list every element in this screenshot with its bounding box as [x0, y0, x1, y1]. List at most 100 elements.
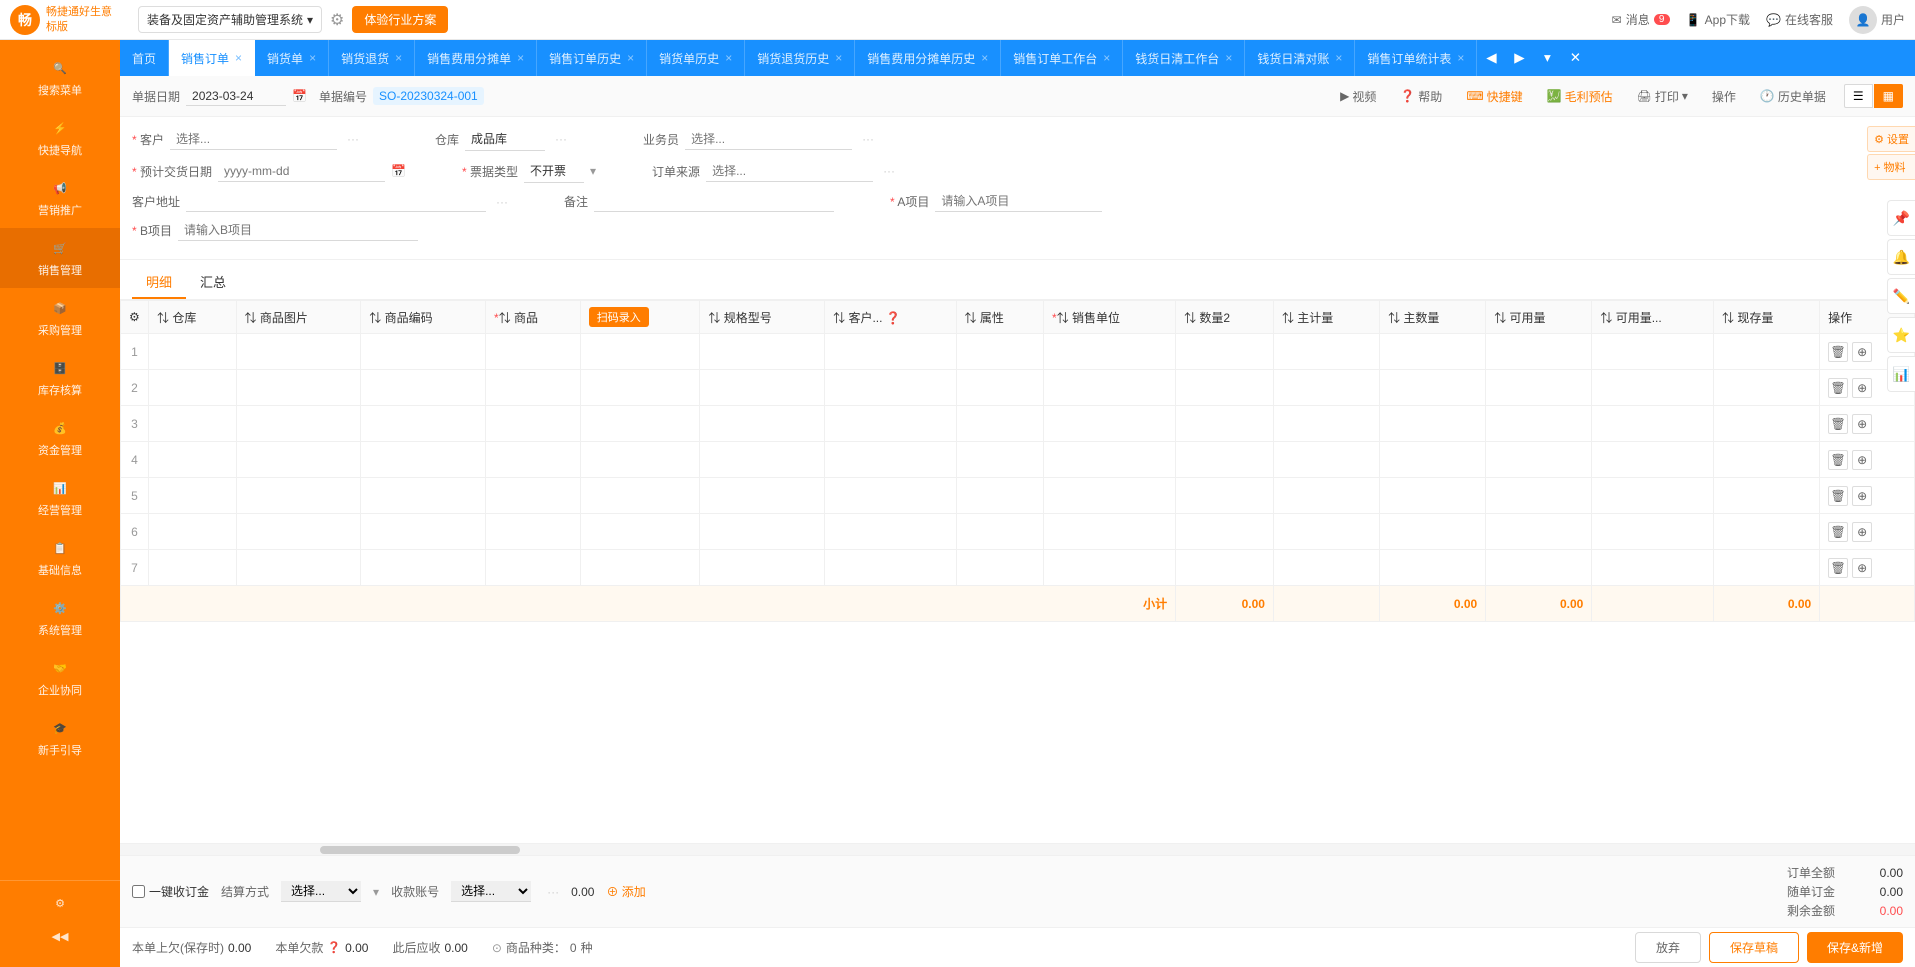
side-tool-3[interactable]: ✏️: [1887, 278, 1915, 314]
row-3-copy-btn[interactable]: ⊕: [1852, 414, 1872, 434]
row-1-main-qty[interactable]: [1380, 334, 1486, 370]
tab-nav-dropdown[interactable]: ▾: [1533, 40, 1561, 76]
sidebar-item-sales[interactable]: 🛒 销售管理: [0, 228, 120, 288]
col-gear[interactable]: ⚙: [121, 301, 149, 334]
delivery-date-input[interactable]: [218, 161, 385, 182]
add-material-btn[interactable]: + 物料: [1867, 154, 1915, 180]
row-7-delete-btn[interactable]: 🗑: [1828, 558, 1848, 578]
row-2-product-code[interactable]: [361, 370, 486, 406]
tab-nav-left[interactable]: ◀: [1477, 40, 1505, 76]
tab-sales-order-history[interactable]: 销售订单历史 ×: [537, 40, 647, 76]
message-button[interactable]: ✉ 消息 9: [1612, 11, 1670, 28]
profit-btn[interactable]: 💹 毛利预估: [1541, 85, 1619, 108]
save-draft-button[interactable]: 保存草稿: [1709, 932, 1799, 963]
print-btn[interactable]: 🖨 打印 ▾: [1631, 85, 1694, 108]
sidebar-item-basic[interactable]: 📋 基础信息: [0, 528, 120, 588]
sidebar-item-marketing[interactable]: 📢 营销推广: [0, 168, 120, 228]
row-2-delete-btn[interactable]: 🗑: [1828, 378, 1848, 398]
payment-select[interactable]: 选择...: [281, 881, 361, 902]
calendar-icon[interactable]: 📅: [292, 89, 307, 103]
row-1-product-code[interactable]: [361, 334, 486, 370]
ticket-type-dropdown-icon[interactable]: ▾: [590, 164, 596, 178]
row-1-qty2[interactable]: [1176, 334, 1274, 370]
row-2-stock[interactable]: [1714, 370, 1820, 406]
staff-input[interactable]: [685, 129, 852, 150]
tab-close-daily-reconcile[interactable]: ×: [1335, 51, 1342, 65]
sidebar-item-search[interactable]: 🔍 搜索菜单: [0, 48, 120, 108]
trial-button[interactable]: 体验行业方案: [352, 6, 448, 33]
row-1-warehouse[interactable]: [149, 334, 237, 370]
row-1-delete-btn[interactable]: 🗑: [1828, 342, 1848, 362]
customer-addr-more-icon[interactable]: ···: [496, 195, 508, 209]
row-2-product[interactable]: [486, 370, 581, 406]
a-project-input[interactable]: [935, 191, 1102, 212]
tab-close-sales-expense[interactable]: ×: [517, 51, 524, 65]
ticket-type-value[interactable]: 不开票: [524, 159, 584, 183]
sidebar-item-quick[interactable]: ⚡ 快捷导航: [0, 108, 120, 168]
row-1-product[interactable]: [486, 334, 581, 370]
tab-close-order-workbench[interactable]: ×: [1103, 51, 1110, 65]
single-date-value[interactable]: 2023-03-24: [186, 87, 286, 106]
row-7-copy-btn[interactable]: ⊕: [1852, 558, 1872, 578]
tab-close-sales-order-history[interactable]: ×: [627, 51, 634, 65]
tab-daily-workbench[interactable]: 钱货日清工作台 ×: [1123, 40, 1245, 76]
row-2-customer-code[interactable]: [825, 370, 956, 406]
view-btn[interactable]: ▶ 视频: [1334, 85, 1382, 108]
side-tool-1[interactable]: 📌: [1887, 200, 1915, 236]
row-1-copy-btn[interactable]: ⊕: [1852, 342, 1872, 362]
tab-close-sales-return[interactable]: ×: [395, 51, 402, 65]
scan-button[interactable]: 扫码录入: [589, 307, 649, 327]
row-1-stock[interactable]: [1714, 334, 1820, 370]
row-1-available2[interactable]: [1592, 334, 1714, 370]
shortcut-btn[interactable]: ⌨ 快捷键: [1460, 85, 1528, 108]
side-tool-5[interactable]: 📊: [1887, 356, 1915, 392]
row-2-attr[interactable]: [956, 370, 1044, 406]
tab-close-all[interactable]: ✕: [1561, 40, 1589, 76]
row-2-spec[interactable]: [700, 370, 825, 406]
tab-close-sales-doc[interactable]: ×: [309, 51, 316, 65]
settings-icon[interactable]: ⚙: [330, 10, 344, 30]
layout-grid-btn[interactable]: ▦: [1874, 84, 1903, 108]
tab-sales-order[interactable]: 销售订单 ×: [169, 40, 255, 76]
tab-close-sales-order[interactable]: ×: [235, 51, 242, 65]
row-2-available2[interactable]: [1592, 370, 1714, 406]
add-link[interactable]: ⊕ 添加: [606, 883, 645, 900]
row-5-delete-btn[interactable]: 🗑: [1828, 486, 1848, 506]
sidebar-item-guide[interactable]: 🎓 新手引导: [0, 708, 120, 768]
account-select[interactable]: 选择...: [451, 881, 531, 902]
row-2-available[interactable]: [1486, 370, 1592, 406]
row-1-product-img[interactable]: [236, 334, 361, 370]
row-6-delete-btn[interactable]: 🗑: [1828, 522, 1848, 542]
row-1-available[interactable]: [1486, 334, 1592, 370]
row-1-customer-code[interactable]: [825, 334, 956, 370]
row-2-sales-unit[interactable]: [1044, 370, 1176, 406]
b-project-input[interactable]: [178, 220, 418, 241]
horizontal-scrollbar[interactable]: [120, 843, 1915, 855]
row-4-delete-btn[interactable]: 🗑: [1828, 450, 1848, 470]
settings-quick-btn[interactable]: ⚙ 设置: [1867, 126, 1915, 152]
warehouse-more-icon[interactable]: ···: [555, 132, 567, 146]
tab-close-sales-return-history[interactable]: ×: [835, 51, 842, 65]
staff-more-icon[interactable]: ···: [862, 132, 874, 146]
row-5-copy-btn[interactable]: ⊕: [1852, 486, 1872, 506]
row-3-delete-btn[interactable]: 🗑: [1828, 414, 1848, 434]
row-1-sales-unit[interactable]: [1044, 334, 1176, 370]
discard-button[interactable]: 放弃: [1635, 932, 1701, 963]
delivery-calendar-icon[interactable]: 📅: [391, 164, 406, 178]
sidebar-item-system[interactable]: ⚙️ 系统管理: [0, 588, 120, 648]
online-service-button[interactable]: 💬 在线客服: [1766, 11, 1833, 28]
one-click-checkbox-input[interactable]: [132, 885, 145, 898]
account-more-icon[interactable]: ···: [547, 885, 559, 899]
system-selector[interactable]: 装备及固定资产辅助管理系统 ▾: [138, 6, 322, 33]
remark-input[interactable]: [594, 191, 834, 212]
row-4-copy-btn[interactable]: ⊕: [1852, 450, 1872, 470]
tab-sales-expense[interactable]: 销售费用分摊单 ×: [415, 40, 537, 76]
tab-summary[interactable]: 汇总: [186, 266, 240, 299]
customer-addr-input[interactable]: [186, 191, 486, 212]
row-3-warehouse[interactable]: [149, 406, 237, 442]
side-tool-4[interactable]: ⭐: [1887, 317, 1915, 353]
warehouse-value[interactable]: 成品库: [465, 127, 545, 151]
tab-close-expense-history[interactable]: ×: [981, 51, 988, 65]
tab-close-sales-stats[interactable]: ×: [1457, 51, 1464, 65]
tab-expense-history[interactable]: 销售费用分摊单历史 ×: [855, 40, 1001, 76]
